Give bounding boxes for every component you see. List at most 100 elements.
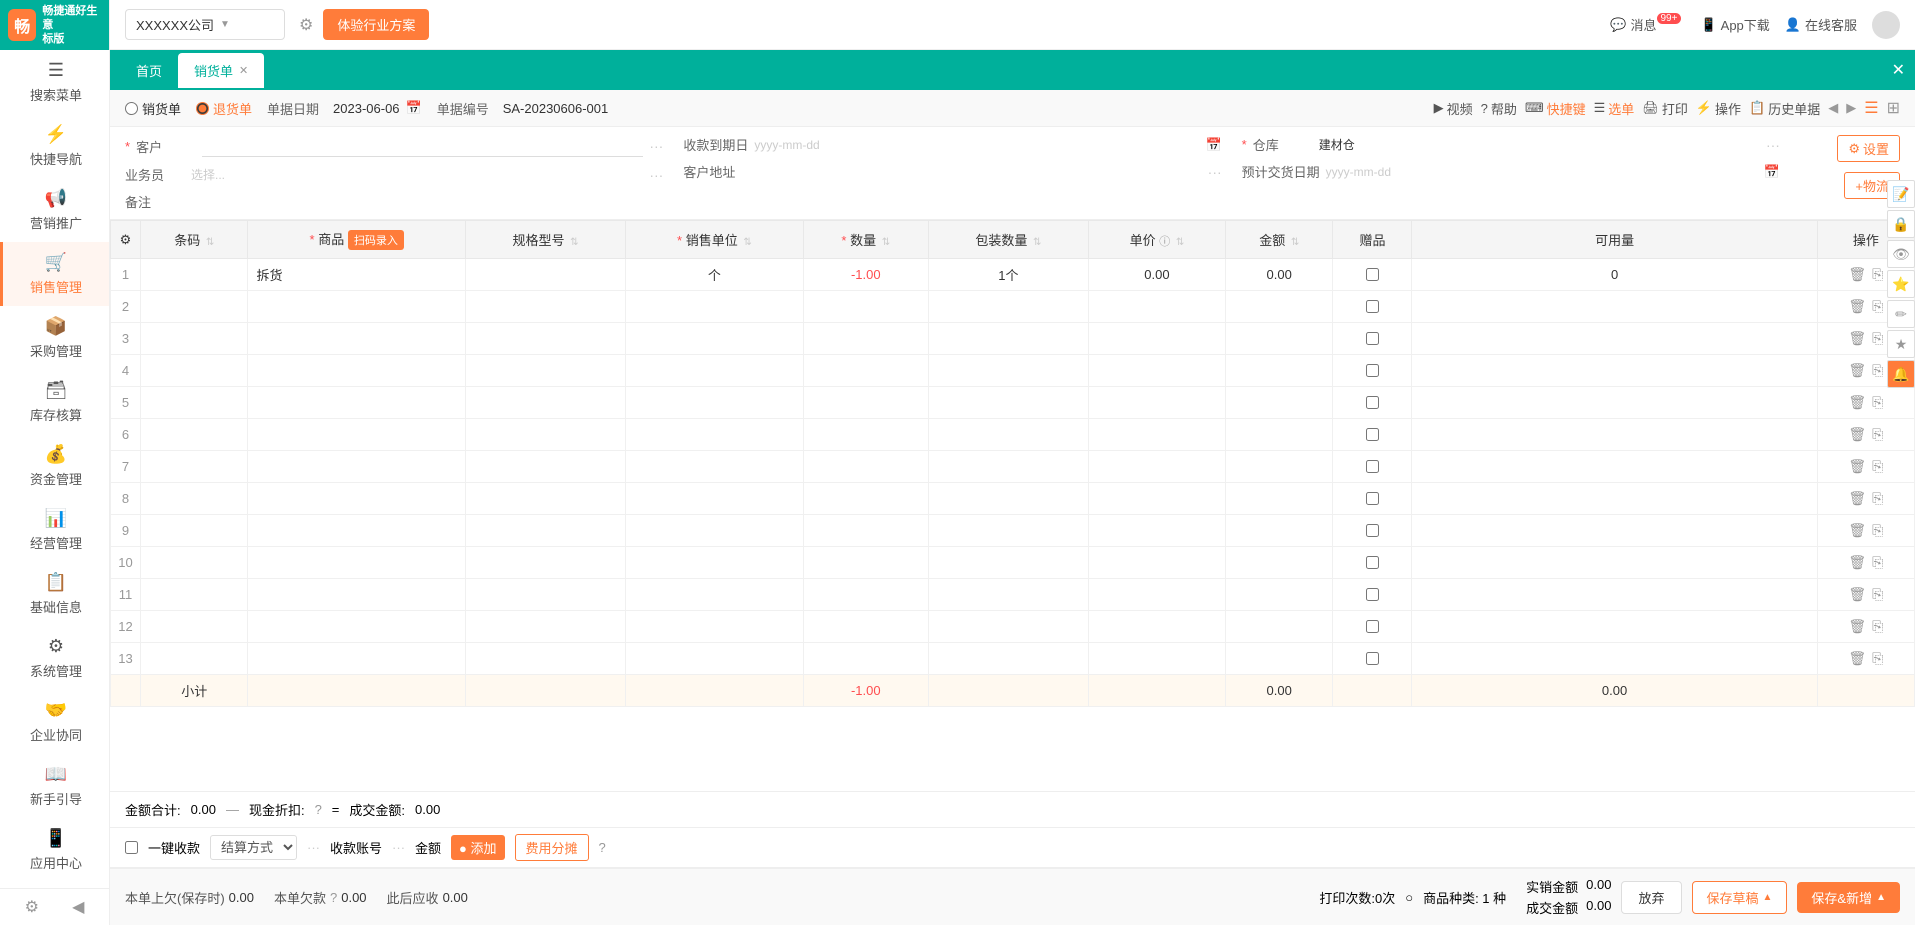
tab-home[interactable]: 首页 [120,53,178,88]
discount-info-icon[interactable]: ? [315,802,322,817]
sort-barcode-icon[interactable]: ⇅ [206,237,214,248]
sidebar-item-inventory[interactable]: 🗃 库存核算 [0,370,109,434]
trial-button[interactable]: 体验行业方案 [323,9,429,40]
spec-cell[interactable] [465,515,625,547]
spec-cell[interactable] [465,259,625,291]
quantity-cell[interactable] [803,451,928,483]
quantity-cell[interactable] [803,643,928,675]
sort-qty-icon[interactable]: ⇅ [882,237,890,248]
delete-icon[interactable]: 🗑 [1848,266,1866,283]
settlement-select[interactable]: 结算方式 [210,835,297,860]
pack-qty-cell[interactable] [928,387,1088,419]
amount-cell[interactable] [1225,323,1332,355]
spec-cell[interactable] [465,355,625,387]
float-btn-7[interactable]: 🔔 [1887,360,1915,388]
owe-info-icon[interactable]: ? [330,890,337,905]
sidebar-item-finance[interactable]: 💰 资金管理 [0,434,109,498]
price-cell[interactable] [1088,355,1225,387]
sidebar-item-purchase[interactable]: 📦 采购管理 [0,306,109,370]
spec-cell[interactable] [465,547,625,579]
delete-icon[interactable]: 🗑 [1848,618,1866,635]
product-cell[interactable] [248,515,465,547]
quantity-cell[interactable] [803,387,928,419]
spec-cell[interactable] [465,579,625,611]
unit-cell[interactable]: 个 [626,259,804,291]
sort-amount-icon[interactable]: ⇅ [1291,237,1299,248]
barcode-cell[interactable] [141,291,248,323]
barcode-cell[interactable] [141,515,248,547]
spec-cell[interactable] [465,323,625,355]
tab-close-icon[interactable]: ✕ [239,64,248,77]
video-action[interactable]: ▶ 视频 [1434,99,1473,118]
pack-qty-cell[interactable] [928,419,1088,451]
delete-icon[interactable]: 🗑 [1848,490,1866,507]
delete-icon[interactable]: 🗑 [1848,522,1866,539]
spec-cell[interactable] [465,419,625,451]
save-new-button[interactable]: 保存&新增 ▲ [1797,882,1900,913]
gift-cell[interactable] [1333,291,1412,323]
amount-cell[interactable] [1225,291,1332,323]
product-cell[interactable] [248,579,465,611]
sidebar-item-operations[interactable]: 📊 经营管理 [0,498,109,562]
barcode-cell[interactable] [141,355,248,387]
collection-calendar-icon[interactable]: 📅 [1205,137,1221,153]
pack-qty-cell[interactable] [928,483,1088,515]
amount-cell[interactable] [1225,483,1332,515]
barcode-cell[interactable] [141,579,248,611]
settings-button[interactable]: ⚙ 设置 [1837,135,1900,162]
sidebar-item-appstore[interactable]: 📱 应用中心 [0,818,109,882]
sort-unit-icon[interactable]: ⇅ [743,237,751,248]
gift-cell[interactable] [1333,419,1412,451]
pack-qty-cell[interactable] [928,515,1088,547]
app-download-item[interactable]: 📱 App下载 [1700,15,1769,34]
barcode-cell[interactable] [141,483,248,515]
price-cell[interactable] [1088,451,1225,483]
barcode-cell[interactable] [141,451,248,483]
amount-cell[interactable] [1225,515,1332,547]
nav-prev-icon[interactable]: ◀ [1828,100,1838,116]
sidebar-item-system[interactable]: ⚙ 系统管理 [0,626,109,690]
pack-qty-cell[interactable] [928,451,1088,483]
quantity-cell[interactable] [803,483,928,515]
sidebar-item-enterprise[interactable]: 🤝 企业协同 [0,690,109,754]
price-cell[interactable] [1088,611,1225,643]
payment-checkbox[interactable] [125,841,138,854]
online-service-item[interactable]: 👤 在线客服 [1785,15,1857,34]
price-cell[interactable]: 0.00 [1088,259,1225,291]
unit-cell[interactable] [626,611,804,643]
sidebar-item-sales[interactable]: 🛒 销售管理 [0,242,109,306]
spec-cell[interactable] [465,483,625,515]
float-btn-4[interactable]: ⭐ [1887,270,1915,298]
company-selector[interactable]: XXXXXX公司 ▼ [125,9,285,40]
product-cell[interactable] [248,291,465,323]
sidebar-item-basics[interactable]: 📋 基础信息 [0,562,109,626]
copy-icon[interactable]: ⎘ [1872,586,1883,603]
copy-icon[interactable]: ⎘ [1872,394,1883,411]
copy-icon[interactable]: ⎘ [1872,490,1883,507]
product-cell[interactable] [248,323,465,355]
product-cell[interactable]: 拆货 [248,259,465,291]
pack-qty-cell[interactable] [928,579,1088,611]
copy-icon[interactable]: ⎘ [1872,554,1883,571]
copy-icon[interactable]: ⎘ [1872,618,1883,635]
quantity-cell[interactable] [803,547,928,579]
gift-cell[interactable] [1333,547,1412,579]
amount-cell[interactable] [1225,579,1332,611]
delete-icon[interactable]: 🗑 [1848,426,1866,443]
delete-icon[interactable]: 🗑 [1848,298,1866,315]
product-cell[interactable] [248,451,465,483]
product-cell[interactable] [248,611,465,643]
sidebar-item-marketing[interactable]: 📢 营销推广 [0,178,109,242]
collapse-icon[interactable]: ◀ [72,897,84,917]
delete-icon[interactable]: 🗑 [1848,586,1866,603]
spec-cell[interactable] [465,611,625,643]
gift-cell[interactable] [1333,579,1412,611]
amount-cell[interactable] [1225,611,1332,643]
gift-cell[interactable] [1333,483,1412,515]
amount-cell[interactable] [1225,547,1332,579]
pack-qty-cell[interactable] [928,547,1088,579]
unit-cell[interactable] [626,483,804,515]
float-btn-1[interactable]: 📝 [1887,180,1915,208]
gift-cell[interactable] [1333,611,1412,643]
quantity-cell[interactable] [803,291,928,323]
